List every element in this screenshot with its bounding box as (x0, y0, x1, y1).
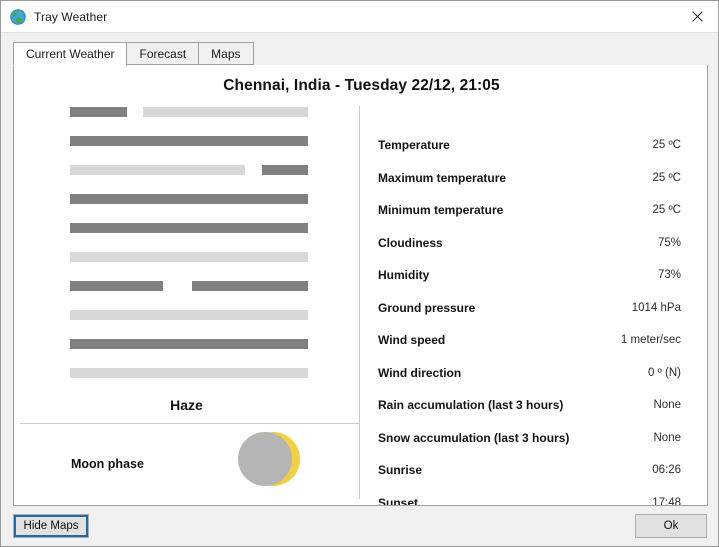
tab-forecast[interactable]: Forecast (126, 42, 200, 65)
weather-detail-value: None (653, 399, 682, 411)
tab-current-weather[interactable]: Current Weather (13, 42, 128, 66)
weather-detail-value: 75% (657, 236, 681, 249)
placeholder-bar-row (70, 281, 308, 291)
weather-detail-row: Cloudiness 75% (360, 235, 707, 252)
weather-detail-row: Wind direction 0 º (N) (360, 365, 707, 382)
weather-detail-label: Humidity (378, 268, 430, 282)
placeholder-bar (70, 310, 308, 320)
tab-maps[interactable]: Maps (198, 42, 254, 65)
weather-detail-row: Maximum temperature 25 ºC (360, 170, 707, 187)
weather-detail-row: Wind speed 1 meter/sec (360, 333, 707, 349)
placeholder-bar-row (70, 252, 308, 262)
tab-bar: Current Weather Forecast Maps (13, 42, 708, 66)
placeholder-bar (262, 165, 308, 175)
current-weather-panel: Chennai, India - Tuesday 22/12, 21:05 Ha… (13, 65, 708, 506)
weather-detail-label: Minimum temperature (378, 203, 504, 217)
weather-detail-row: Ground pressure 1014 hPa (360, 300, 707, 317)
placeholder-bar-row (70, 368, 308, 378)
weather-detail-value: 0 º (N) (648, 366, 681, 379)
placeholder-bar (192, 281, 308, 291)
weather-detail-label: Ground pressure (378, 300, 476, 315)
weather-detail-row: Snow accumulation (last 3 hours) None (360, 430, 707, 447)
placeholder-bar (70, 281, 163, 291)
section-divider (20, 423, 359, 424)
tab-label: Maps (211, 46, 241, 61)
weather-detail-value: 25 ºC (652, 171, 682, 184)
placeholder-bar-row (70, 194, 308, 204)
moon-phase-label: Moon phase (71, 457, 144, 471)
left-panel: Haze Moon phase (14, 105, 359, 505)
weather-detail-value: 17:48 (652, 496, 681, 506)
weather-detail-value: 06:26 (652, 464, 681, 476)
placeholder-bar-row (70, 165, 308, 175)
waning-crescent-moon-icon (238, 428, 300, 490)
weather-detail-value: 73% (657, 269, 681, 281)
weather-detail-label: Maximum temperature (378, 170, 507, 185)
ok-button[interactable]: Ok (635, 514, 707, 538)
placeholder-bar (70, 136, 308, 146)
placeholder-bar (70, 194, 308, 204)
placeholder-bar (70, 368, 308, 378)
weather-detail-row: Sunrise 06:26 (360, 463, 707, 479)
condition-label: Haze (170, 397, 203, 413)
placeholder-bar (70, 165, 245, 175)
weather-detail-value: None (653, 431, 682, 444)
tray-weather-window: Tray Weather Current Weather Forecast Ma… (0, 0, 719, 547)
weather-detail-value: 1 meter/sec (620, 334, 681, 346)
weather-detail-value: 25 ºC (652, 139, 682, 151)
weather-detail-row: Rain accumulation (last 3 hours) None (360, 398, 707, 414)
location-datetime-heading: Chennai, India - Tuesday 22/12, 21:05 (223, 77, 500, 94)
weather-detail-label: Temperature (378, 138, 450, 152)
weather-detail-value: 25 ºC (652, 204, 682, 216)
weather-detail-label: Sunset (378, 495, 419, 506)
placeholder-bar (70, 252, 308, 262)
weather-detail-row: Temperature 25 ºC (360, 138, 707, 154)
weather-detail-label: Snow accumulation (last 3 hours) (378, 430, 570, 445)
placeholder-bar-row (70, 310, 308, 320)
placeholder-bar-row (70, 136, 308, 146)
weather-detail-label: Wind direction (378, 365, 462, 380)
tab-label: Forecast (139, 46, 187, 61)
placeholder-bar-row (70, 223, 308, 233)
placeholder-bar-row (70, 107, 308, 117)
tab-label: Current Weather (26, 47, 115, 61)
weather-detail-label: Cloudiness (378, 235, 443, 250)
weather-detail-value: 1014 hPa (631, 301, 681, 314)
window-title: Tray Weather (34, 9, 108, 24)
placeholder-bar (70, 223, 308, 233)
hide-maps-button[interactable]: Hide Maps (13, 514, 89, 538)
close-icon[interactable] (675, 1, 718, 31)
weather-detail-label: Sunrise (378, 463, 423, 477)
placeholder-bar (143, 107, 308, 117)
weather-detail-row: Minimum temperature 25 ºC (360, 203, 707, 219)
weather-detail-label: Wind speed (378, 333, 446, 347)
weather-details-list: Temperature 25 ºC Maximum temperature 25 ºC… (360, 105, 707, 506)
weather-detail-label: Rain accumulation (last 3 hours) (378, 398, 564, 412)
weather-detail-row: Humidity 73% (360, 268, 707, 284)
weather-description-placeholder (14, 105, 359, 400)
weather-detail-row: Sunset 17:48 (360, 495, 707, 506)
footer-bar: Hide Maps Ok (1, 507, 718, 546)
placeholder-bar (70, 339, 308, 349)
globe-icon (10, 8, 26, 25)
placeholder-bar-row (70, 339, 308, 349)
title-bar: Tray Weather (1, 1, 718, 33)
placeholder-bar (70, 107, 127, 117)
